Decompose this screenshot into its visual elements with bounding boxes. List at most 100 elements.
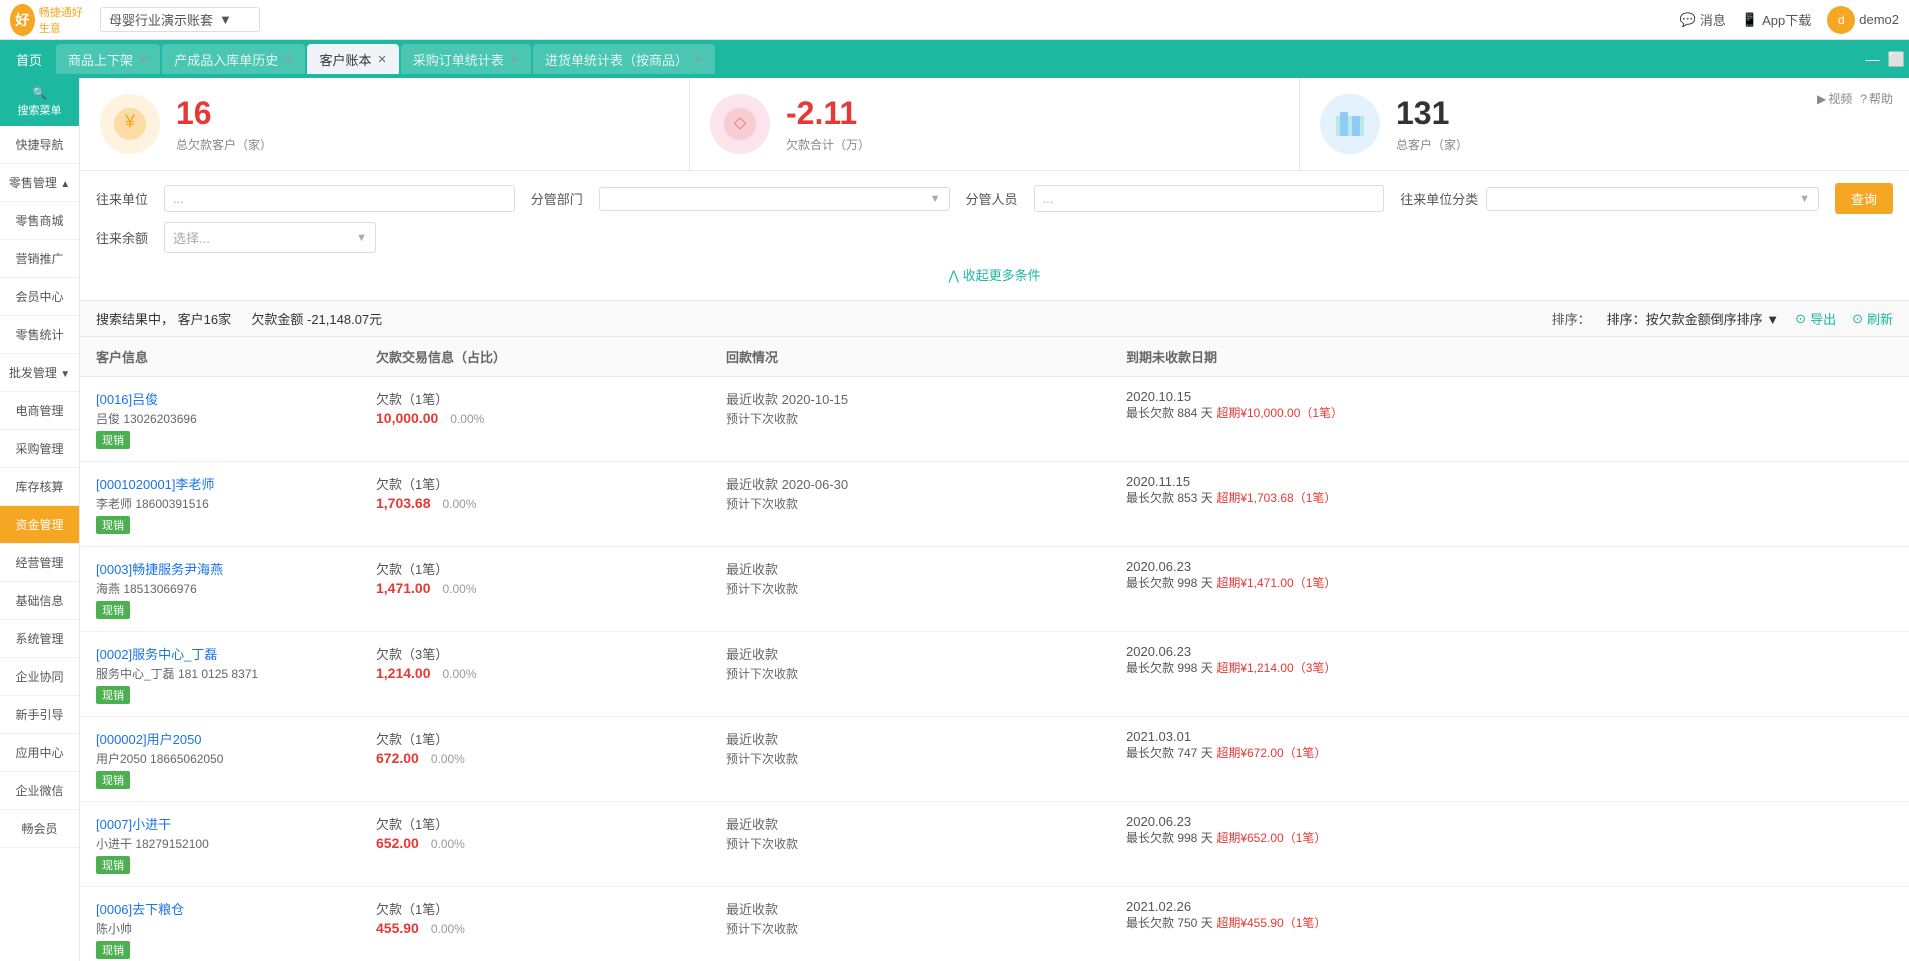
tab-home[interactable]: 首页 [4,44,54,74]
overdue-link[interactable]: 超期¥455.90（1笔） [1216,916,1326,930]
filter-balance: 往来余额 选择... ▼ [96,222,376,253]
export-icon: ⊙ [1795,311,1806,327]
sidebar-item-retail-mall[interactable]: 零售商城 [0,202,79,240]
sidebar-item-inventory[interactable]: 库存核算 [0,468,79,506]
sidebar-item-marketing[interactable]: 营销推广 [0,240,79,278]
customer-name-link[interactable]: [0016]吕俊 [96,389,376,408]
tab-purchase-product-stats[interactable]: 进货单统计表（按商品） ✕ [533,44,715,74]
sidebar-item-member[interactable]: 畅会员 [0,810,79,848]
close-icon[interactable]: ✕ [284,53,293,66]
chevron-down-icon: ▼ [1799,193,1810,205]
overdue-link[interactable]: 超期¥10,000.00（1笔） [1216,406,1343,420]
overdue-link[interactable]: 超期¥672.00（1笔） [1216,746,1326,760]
debt-info-cell: 欠款（1笔） 1,471.00 0.00% [376,559,726,596]
debt-amount-link[interactable]: 455.90 [376,920,419,936]
overdue-link[interactable]: 超期¥1,214.00（3笔） [1216,661,1336,675]
stat-debt-customers: ¥ 16 总欠款客户（家） [80,78,690,170]
debt-amount-link[interactable]: 652.00 [376,835,419,851]
sidebar-item-retail-mgmt[interactable]: 零售管理 ▲ [0,164,79,202]
tab-product-history[interactable]: 产成品入库单历史 ✕ [162,44,305,74]
table-row: [0003]畅捷服务尹海燕 海燕 18513066976 现销 欠款（1笔） 1… [80,547,1909,632]
col-debt-info: 欠款交易信息（占比） [376,347,726,366]
department-select[interactable]: ▼ [599,187,950,211]
customer-name-link[interactable]: [0007]小进干 [96,814,376,833]
refresh-button[interactable]: ⊙ 刷新 [1852,309,1893,328]
message-btn[interactable]: 💬 消息 [1680,10,1726,29]
stats-bar: ¥ 16 总欠款客户（家） ◇ -2.11 欠款合计（万） [80,78,1909,171]
unit-category-select[interactable]: ▼ [1486,187,1819,211]
sidebar-item-finance[interactable]: 资金管理 [0,506,79,544]
sidebar-quick-nav[interactable]: 快捷导航 [0,126,79,164]
from-unit-input[interactable]: ... [164,185,515,212]
customer-name-link[interactable]: [0003]畅捷服务尹海燕 [96,559,376,578]
sidebar-item-operations[interactable]: 经营管理 [0,544,79,582]
manager-input[interactable]: ... [1034,185,1385,212]
collapse-filter-btn[interactable]: ⋀ 收起更多条件 [96,261,1893,288]
tab-customer-account[interactable]: 客户账本 ✕ [307,44,398,74]
message-icon: 💬 [1680,12,1696,28]
sidebar-item-system-mgmt[interactable]: 系统管理 [0,620,79,658]
col-due-date: 到期未收款日期 [1126,347,1893,366]
debt-amount-link[interactable]: 10,000.00 [376,410,438,426]
app-download-btn[interactable]: 📱 App下载 [1742,10,1811,29]
debt-info-cell: 欠款（1笔） 652.00 0.00% [376,814,726,851]
customer-name-link[interactable]: [000002]用户2050 [96,729,376,748]
filter-from-unit: 往来单位 ... [96,185,515,212]
avatar: d [1827,6,1855,34]
debt-info-cell: 欠款（1笔） 672.00 0.00% [376,729,726,766]
customer-info-cell: [0016]吕俊 吕俊 13026203696 现销 [96,389,376,449]
due-date-cell: 2021.02.26 最长欠款 750 天 超期¥455.90（1笔） [1126,899,1893,931]
customer-info-cell: [0007]小进干 小进干 18279152100 现销 [96,814,376,874]
due-date-cell: 2020.06.23 最长欠款 998 天 超期¥1,214.00（3笔） [1126,644,1893,676]
customer-info-cell: [000002]用户2050 用户2050 18665062050 现销 [96,729,376,789]
search-icon: 🔍 [4,86,75,100]
recovery-cell: 最近收款 预计下次收款 [726,644,1126,682]
close-icon[interactable]: ✕ [139,53,148,66]
balance-select[interactable]: 选择... ▼ [164,222,376,253]
sidebar-item-member-center[interactable]: 会员中心 [0,278,79,316]
user-avatar-btn[interactable]: d demo2 [1827,6,1899,34]
video-link[interactable]: ▶ 视频 [1817,90,1852,107]
help-link[interactable]: ? 帮助 [1860,90,1893,107]
manager-label: 分管人员 [966,189,1026,208]
tab-bar: 首页 商品上下架 ✕ 产成品入库单历史 ✕ 客户账本 ✕ 采购订单统计表 ✕ 进… [0,40,1909,78]
sidebar-item-newcomer-guide[interactable]: 新手引导 [0,696,79,734]
company-selector[interactable]: 母婴行业演示账套 ▼ [100,7,260,32]
sort-select[interactable]: 排序：按欠款金额倒序排序 ▼ [1607,309,1780,328]
due-date-cell: 2020.10.15 最长欠款 884 天 超期¥10,000.00（1笔） [1126,389,1893,421]
close-icon[interactable]: ✕ [694,53,703,66]
overdue-link[interactable]: 超期¥1,471.00（1笔） [1216,576,1336,590]
customer-name-link[interactable]: [0001020001]李老师 [96,474,376,493]
sidebar-search[interactable]: 🔍 搜索菜单 [0,78,79,126]
debt-amount-link[interactable]: 1,214.00 [376,665,431,681]
overdue-link[interactable]: 超期¥1,703.68（1笔） [1216,491,1336,505]
customer-name-link[interactable]: [0002]服务中心_丁磊 [96,644,376,663]
sidebar-item-purchase-mgmt[interactable]: 采购管理 [0,430,79,468]
col-recovery: 回款情况 [726,347,1126,366]
col-customer-info: 客户信息 [96,347,376,366]
arrow-down-icon: ▼ [60,369,70,380]
sidebar-item-enterprise-wechat[interactable]: 企业微信 [0,772,79,810]
sidebar-item-basic-info[interactable]: 基础信息 [0,582,79,620]
sidebar-item-wholesale-mgmt[interactable]: 批发管理 ▼ [0,354,79,392]
debt-amount-link[interactable]: 1,471.00 [376,580,431,596]
close-icon[interactable]: ✕ [378,53,387,66]
minimize-icon[interactable]: — [1866,51,1880,67]
overdue-link[interactable]: 超期¥652.00（1笔） [1216,831,1326,845]
sidebar-item-enterprise-collab[interactable]: 企业协同 [0,658,79,696]
tab-product-listing[interactable]: 商品上下架 ✕ [56,44,160,74]
sidebar-item-ecommerce[interactable]: 电商管理 [0,392,79,430]
search-button[interactable]: 查询 [1835,183,1893,214]
sidebar-item-app-center[interactable]: 应用中心 [0,734,79,772]
tab-purchase-stats[interactable]: 采购订单统计表 ✕ [401,44,531,74]
table-row: [0006]去下粮仓 陈小帅 现销 欠款（1笔） 455.90 0.00% 最近… [80,887,1909,961]
debt-amount-link[interactable]: 672.00 [376,750,419,766]
export-button[interactable]: ⊙ 导出 [1795,309,1836,328]
debt-info-cell: 欠款（1笔） 1,703.68 0.00% [376,474,726,511]
close-icon[interactable]: ✕ [510,53,519,66]
customer-name-link[interactable]: [0006]去下粮仓 [96,899,376,918]
maximize-icon[interactable]: ⬜ [1888,51,1905,68]
stat-total-customers: 131 总客户（家） ▶ 视频 ? 帮助 [1300,78,1909,170]
sidebar-item-retail-stats[interactable]: 零售统计 [0,316,79,354]
debt-amount-link[interactable]: 1,703.68 [376,495,431,511]
